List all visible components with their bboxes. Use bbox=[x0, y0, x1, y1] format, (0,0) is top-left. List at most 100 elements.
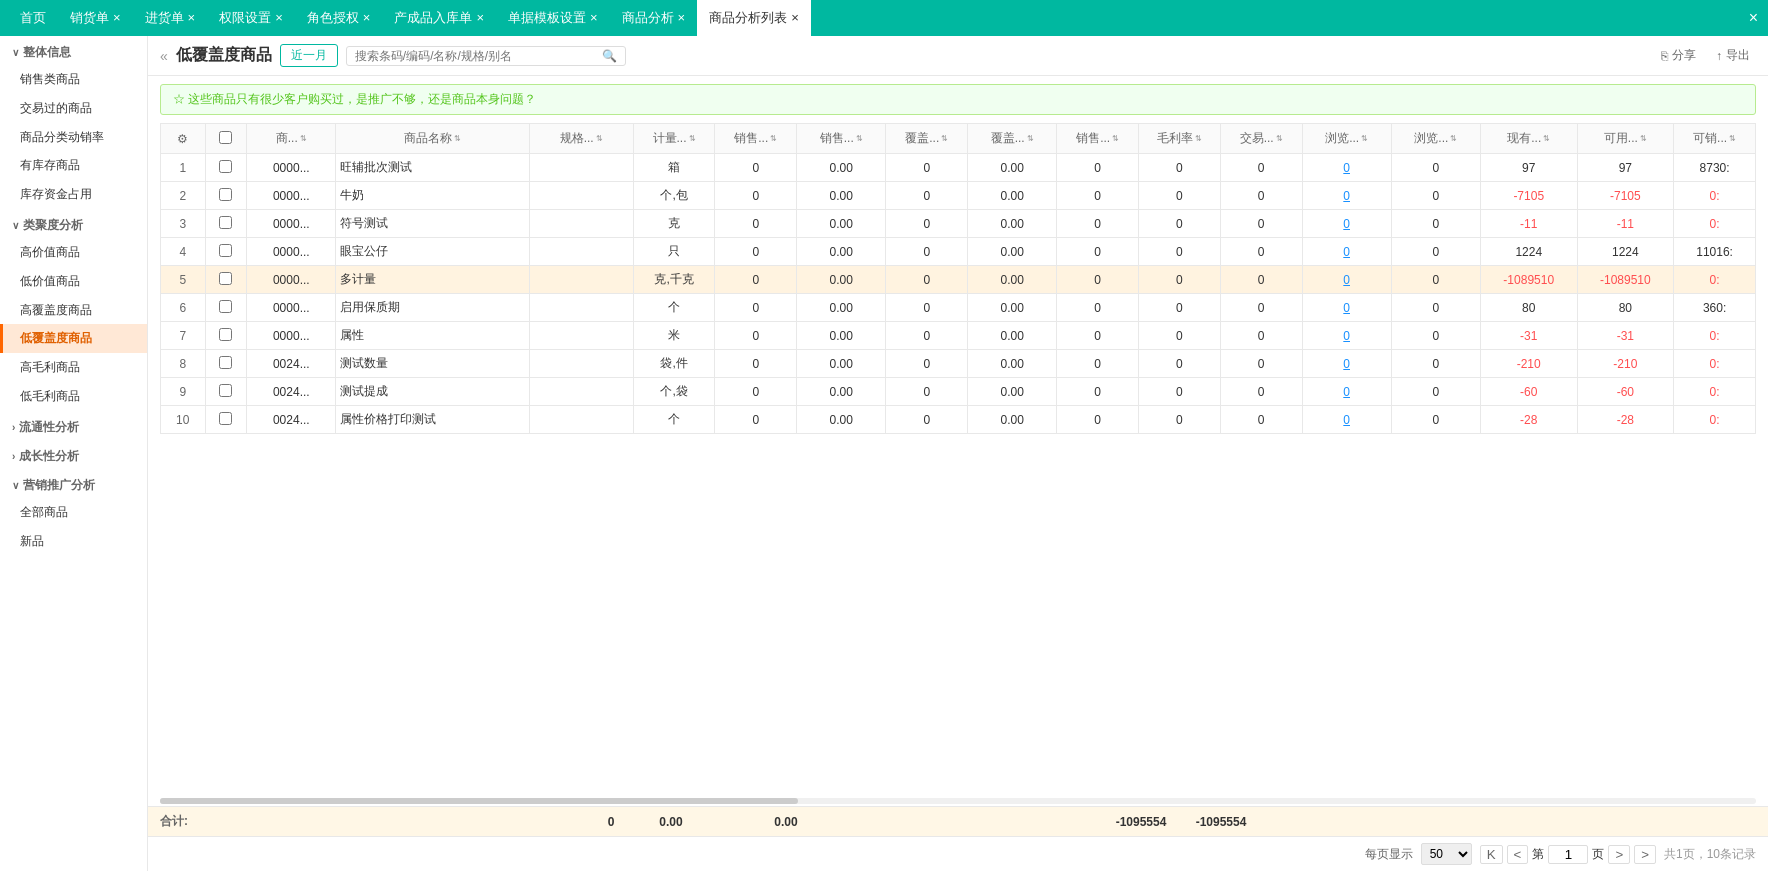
sort-icon-cov2[interactable]: ⇅ bbox=[1027, 134, 1034, 143]
scrollbar-thumb[interactable] bbox=[160, 798, 798, 804]
sidebar-item-traded-goods[interactable]: 交易过的商品 bbox=[0, 94, 147, 123]
time-filter-button[interactable]: 近一月 bbox=[280, 44, 338, 67]
sidebar-item-low-margin[interactable]: 低毛利商品 bbox=[0, 382, 147, 411]
sidebar-item-low-value[interactable]: 低价值商品 bbox=[0, 267, 147, 296]
page-number-input[interactable] bbox=[1548, 845, 1588, 864]
cell-browse1[interactable]: 0 bbox=[1302, 238, 1391, 266]
row-checkbox[interactable] bbox=[219, 216, 232, 229]
sort-icon-sales3[interactable]: ⇅ bbox=[1112, 134, 1119, 143]
col-header-saleable[interactable]: 可销... ⇅ bbox=[1674, 124, 1756, 154]
sort-icon-sku[interactable]: ⇅ bbox=[300, 134, 307, 143]
nav-product-inbound[interactable]: 产成品入库单 × bbox=[382, 0, 496, 36]
sidebar-item-stock-capital[interactable]: 库存资金占用 bbox=[0, 180, 147, 209]
col-header-gear[interactable]: ⚙ bbox=[161, 124, 206, 154]
sidebar-item-all-goods[interactable]: 全部商品 bbox=[0, 498, 147, 527]
col-header-trade[interactable]: 交易... ⇅ bbox=[1220, 124, 1302, 154]
cell-check[interactable] bbox=[205, 154, 247, 182]
col-header-sku[interactable]: 商... ⇅ bbox=[247, 124, 336, 154]
sort-icon-trade[interactable]: ⇅ bbox=[1276, 134, 1283, 143]
share-button[interactable]: ⎘ 分享 bbox=[1655, 45, 1702, 66]
row-checkbox[interactable] bbox=[219, 244, 232, 257]
sort-icon-sales2[interactable]: ⇅ bbox=[856, 134, 863, 143]
row-checkbox[interactable] bbox=[219, 412, 232, 425]
cell-check[interactable] bbox=[205, 294, 247, 322]
col-header-sales2[interactable]: 销售... ⇅ bbox=[797, 124, 886, 154]
sidebar-item-sales-goods[interactable]: 销售类商品 bbox=[0, 65, 147, 94]
sidebar-item-low-coverage[interactable]: 低覆盖度商品 bbox=[0, 324, 147, 353]
sidebar-item-category-turnover[interactable]: 商品分类动销率 bbox=[0, 123, 147, 152]
row-checkbox[interactable] bbox=[219, 272, 232, 285]
row-checkbox[interactable] bbox=[219, 328, 232, 341]
col-header-cov1[interactable]: 覆盖... ⇅ bbox=[886, 124, 968, 154]
first-page-button[interactable]: K bbox=[1480, 845, 1503, 864]
col-header-unit[interactable]: 计量... ⇅ bbox=[633, 124, 715, 154]
cell-browse1[interactable]: 0 bbox=[1302, 294, 1391, 322]
sidebar-section-cluster[interactable]: ∨ 类聚度分析 bbox=[0, 209, 147, 238]
cell-check[interactable] bbox=[205, 350, 247, 378]
sort-icon-unit[interactable]: ⇅ bbox=[689, 134, 696, 143]
cell-browse1[interactable]: 0 bbox=[1302, 406, 1391, 434]
cell-check[interactable] bbox=[205, 238, 247, 266]
row-checkbox[interactable] bbox=[219, 188, 232, 201]
sidebar-item-high-value[interactable]: 高价值商品 bbox=[0, 238, 147, 267]
cell-check[interactable] bbox=[205, 378, 247, 406]
select-all-checkbox[interactable] bbox=[219, 131, 232, 144]
sidebar-section-overall[interactable]: ∨ 整体信息 bbox=[0, 36, 147, 65]
row-checkbox[interactable] bbox=[219, 356, 232, 369]
search-input[interactable] bbox=[355, 49, 602, 63]
col-header-browse1[interactable]: 浏览... ⇅ bbox=[1302, 124, 1391, 154]
col-header-cov2[interactable]: 覆盖... ⇅ bbox=[968, 124, 1057, 154]
col-header-browse2[interactable]: 浏览... ⇅ bbox=[1391, 124, 1480, 154]
sort-icon-browse2[interactable]: ⇅ bbox=[1450, 134, 1457, 143]
sort-icon-spec[interactable]: ⇅ bbox=[596, 134, 603, 143]
col-header-check[interactable] bbox=[205, 124, 247, 154]
window-close-button[interactable]: × bbox=[1749, 9, 1758, 27]
cell-check[interactable] bbox=[205, 322, 247, 350]
cell-browse1[interactable]: 0 bbox=[1302, 210, 1391, 238]
row-checkbox[interactable] bbox=[219, 384, 232, 397]
nav-sales-order[interactable]: 销货单 × bbox=[58, 0, 133, 36]
sort-icon-name[interactable]: ⇅ bbox=[454, 134, 461, 143]
row-checkbox[interactable] bbox=[219, 300, 232, 313]
sidebar-item-high-margin[interactable]: 高毛利商品 bbox=[0, 353, 147, 382]
cell-browse1[interactable]: 0 bbox=[1302, 322, 1391, 350]
row-checkbox[interactable] bbox=[219, 160, 232, 173]
sidebar-item-in-stock[interactable]: 有库存商品 bbox=[0, 151, 147, 180]
sidebar-item-new-goods[interactable]: 新品 bbox=[0, 527, 147, 556]
sidebar-item-high-coverage[interactable]: 高覆盖度商品 bbox=[0, 296, 147, 325]
nav-purchase-order[interactable]: 进货单 × bbox=[133, 0, 208, 36]
col-header-spec[interactable]: 规格... ⇅ bbox=[529, 124, 633, 154]
nav-home[interactable]: 首页 bbox=[8, 0, 58, 36]
nav-product-analysis-list[interactable]: 商品分析列表 × bbox=[697, 0, 811, 36]
cell-browse1[interactable]: 0 bbox=[1302, 182, 1391, 210]
nav-permission-settings[interactable]: 权限设置 × bbox=[207, 0, 295, 36]
sort-icon-saleable[interactable]: ⇅ bbox=[1729, 134, 1736, 143]
sort-icon-sales1[interactable]: ⇅ bbox=[770, 134, 777, 143]
per-page-select[interactable]: 50 20 100 bbox=[1421, 843, 1472, 865]
cell-browse1[interactable]: 0 bbox=[1302, 154, 1391, 182]
sort-icon-browse1[interactable]: ⇅ bbox=[1361, 134, 1368, 143]
col-header-sales1[interactable]: 销售... ⇅ bbox=[715, 124, 797, 154]
col-header-gross[interactable]: 毛利率 ⇅ bbox=[1139, 124, 1221, 154]
sort-icon-stock2[interactable]: ⇅ bbox=[1640, 134, 1647, 143]
col-header-stock2[interactable]: 可用... ⇅ bbox=[1577, 124, 1674, 154]
cell-check[interactable] bbox=[205, 406, 247, 434]
cell-check[interactable] bbox=[205, 266, 247, 294]
cell-check[interactable] bbox=[205, 182, 247, 210]
sidebar-section-liquidity[interactable]: › 流通性分析 bbox=[0, 411, 147, 440]
horizontal-scrollbar[interactable] bbox=[160, 798, 1756, 804]
collapse-sidebar-button[interactable]: « bbox=[160, 48, 168, 64]
col-header-stock1[interactable]: 现有... ⇅ bbox=[1480, 124, 1577, 154]
col-header-name[interactable]: 商品名称 ⇅ bbox=[336, 124, 529, 154]
prev-page-button[interactable]: < bbox=[1507, 845, 1529, 864]
sort-icon-gross[interactable]: ⇅ bbox=[1195, 134, 1202, 143]
export-button[interactable]: ↑ 导出 bbox=[1710, 45, 1756, 66]
cell-browse1[interactable]: 0 bbox=[1302, 350, 1391, 378]
next-page-button[interactable]: > bbox=[1608, 845, 1630, 864]
col-header-sales3[interactable]: 销售... ⇅ bbox=[1057, 124, 1139, 154]
last-page-button[interactable]: > bbox=[1634, 845, 1656, 864]
sort-icon-cov1[interactable]: ⇅ bbox=[941, 134, 948, 143]
sort-icon-stock1[interactable]: ⇅ bbox=[1543, 134, 1550, 143]
nav-product-analysis[interactable]: 商品分析 × bbox=[610, 0, 698, 36]
cell-browse1[interactable]: 0 bbox=[1302, 266, 1391, 294]
